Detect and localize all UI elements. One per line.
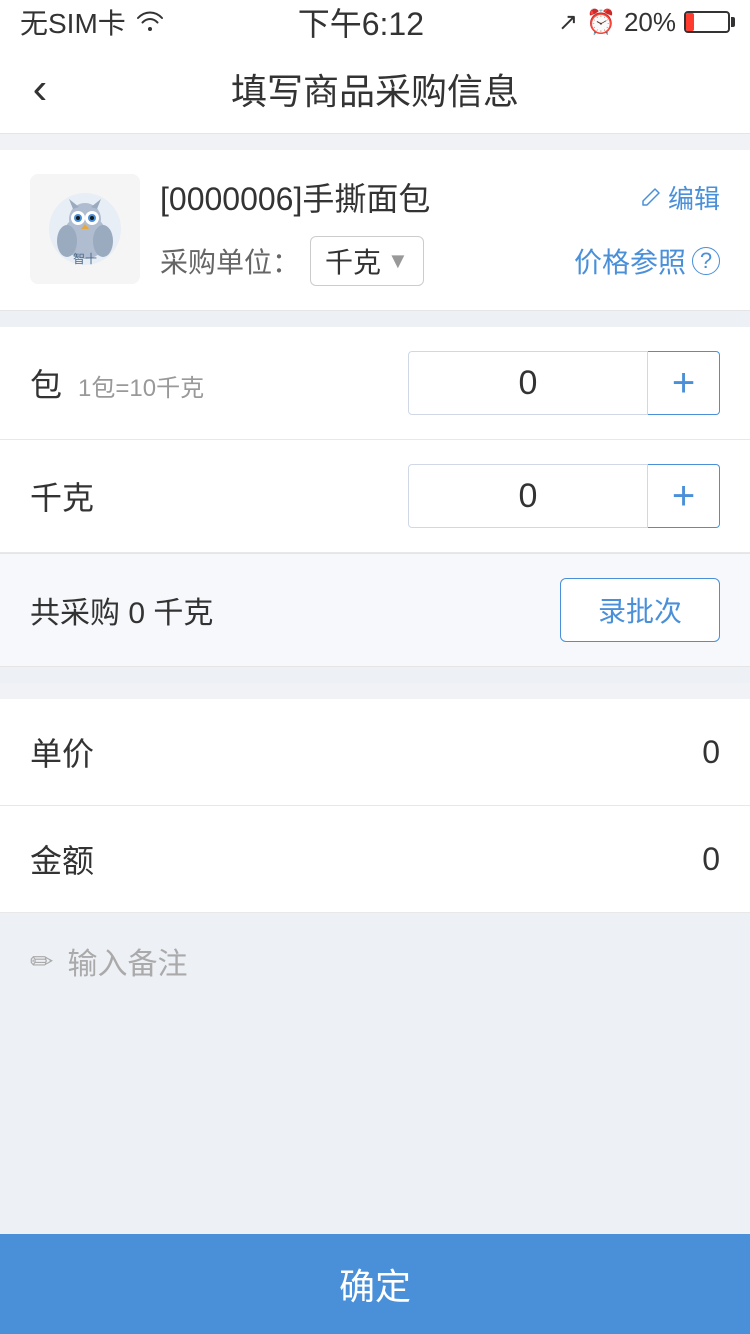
status-left: 无SIM卡 [20, 2, 164, 42]
product-full-name: [0000006]手撕面包 [160, 174, 430, 220]
summary-row: 共采购 0 千克 录批次 [0, 553, 750, 667]
chevron-down-icon: ▼ [387, 248, 409, 274]
wifi-icon [136, 6, 164, 38]
price-label: 单价 [30, 729, 94, 775]
pencil-icon: ✏ [30, 945, 53, 978]
unit-row: 采购单位： 千克 ▼ 价格参照 ? [160, 236, 720, 286]
page-title: 填写商品采购信息 [231, 63, 519, 115]
amount-value: 0 [702, 841, 720, 878]
quantity-section: 包 1包=10千克 0 + 千克 0 + [0, 327, 750, 553]
amount-row: 金额 0 [0, 806, 750, 913]
pack-quantity-input[interactable]: 0 [408, 351, 648, 415]
pack-plus-button[interactable]: + [648, 351, 720, 415]
kg-label: 千克 [30, 473, 94, 519]
price-value: 0 [702, 734, 720, 771]
product-thumbnail: 智十 [30, 174, 140, 284]
status-bar: 无SIM卡 下午6:12 ↗ ⏰ 20% [0, 0, 750, 44]
svg-text:智十: 智十 [73, 251, 97, 266]
product-name-row: [0000006]手撕面包 编辑 [160, 174, 720, 220]
kg-quantity-input[interactable]: 0 [408, 464, 648, 528]
section-divider-1 [0, 311, 750, 327]
battery-percentage: 20% [624, 7, 676, 38]
pack-input-control: 0 + [408, 351, 720, 415]
carrier-label: 无SIM卡 [20, 2, 126, 42]
product-card: 智十 [0000006]手撕面包 编辑 采购单位： 千克 ▼ 价格参照 [0, 150, 750, 311]
edit-button[interactable]: 编辑 [640, 179, 720, 216]
notes-area[interactable]: ✏ 输入备注 [0, 913, 750, 1009]
summary-text: 共采购 0 千克 [30, 588, 213, 632]
unit-label: 采购单位： [160, 241, 300, 281]
kg-input-control: 0 + [408, 464, 720, 528]
nav-bar: ‹ 填写商品采购信息 [0, 44, 750, 134]
alarm-icon: ⏰ [586, 8, 616, 37]
kg-input-row: 千克 0 + [0, 440, 750, 553]
confirm-button[interactable]: 确定 [0, 1234, 750, 1334]
status-time: 下午6:12 [298, 0, 424, 45]
unit-select[interactable]: 千克 ▼ [310, 236, 424, 286]
kg-plus-button[interactable]: + [648, 464, 720, 528]
notes-placeholder: 输入备注 [67, 939, 187, 983]
back-button[interactable]: ‹ [0, 44, 80, 134]
price-row: 单价 0 [0, 699, 750, 806]
section-divider-2 [0, 667, 750, 683]
pack-input-row: 包 1包=10千克 0 + [0, 327, 750, 440]
battery-icon [684, 11, 730, 33]
location-icon: ↗ [558, 8, 578, 37]
record-batch-button[interactable]: 录批次 [560, 578, 720, 642]
status-right: ↗ ⏰ 20% [558, 7, 730, 38]
price-ref-label: 价格参照 [574, 241, 686, 281]
product-logo: 智十 [45, 189, 125, 269]
pricing-section: 单价 0 金额 0 [0, 699, 750, 913]
product-info: [0000006]手撕面包 编辑 采购单位： 千克 ▼ 价格参照 ? [160, 174, 720, 286]
amount-label: 金额 [30, 836, 94, 882]
edit-icon [640, 186, 662, 208]
unit-value: 千克 [325, 241, 381, 281]
pack-label: 包 [30, 360, 62, 406]
help-icon: ? [692, 247, 720, 275]
price-ref-button[interactable]: 价格参照 ? [574, 241, 720, 281]
pack-sub-label: 1包=10千克 [78, 368, 204, 403]
